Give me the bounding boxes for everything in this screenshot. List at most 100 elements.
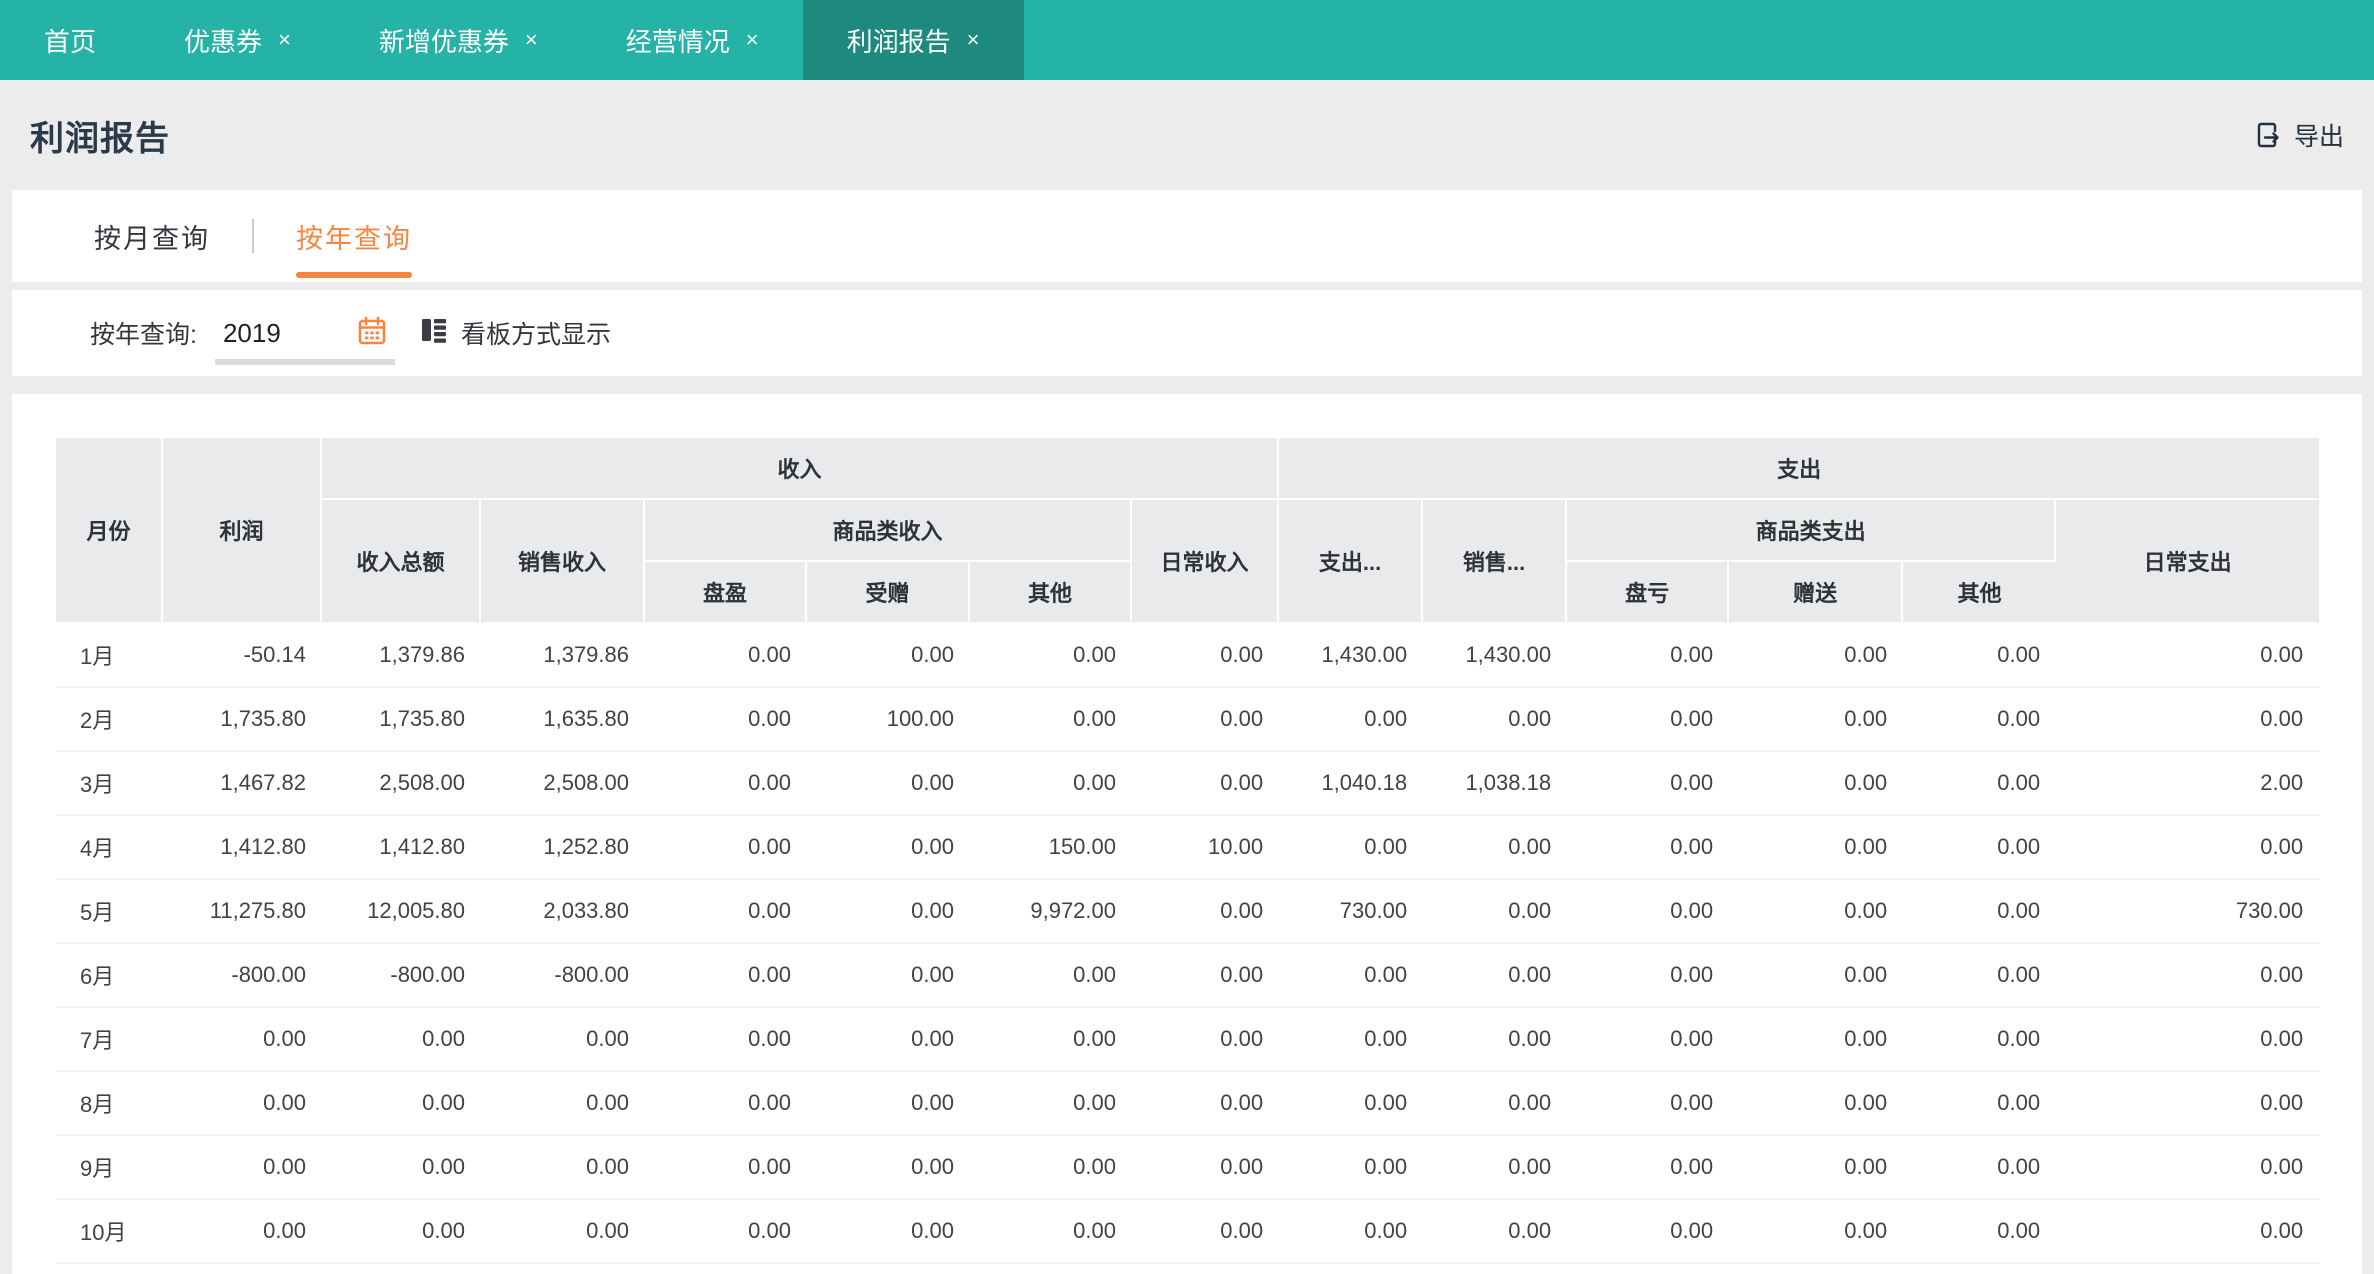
month-cell: 3月 (56, 752, 163, 816)
value-cell: 0.00 (970, 1200, 1132, 1264)
value-cell: 0.00 (481, 1072, 645, 1136)
divider (252, 219, 254, 253)
value-cell: 1,430.00 (1423, 624, 1568, 688)
value-cell: 0.00 (1132, 944, 1280, 1008)
query-mode-tabs: 按月查询 按年查询 (12, 190, 2362, 282)
year-query-label: 按年查询: (90, 321, 197, 349)
value-cell: 0.00 (970, 1008, 1132, 1072)
table-row: 4月 1,412.80 1,412.80 1,252.80 0.00 0.00 150.00… (56, 816, 2320, 880)
value-cell: 0.00 (1567, 1008, 1730, 1072)
value-cell: 0.00 (807, 1136, 970, 1200)
value-cell: 0.00 (970, 1136, 1132, 1200)
value-cell: 0.00 (1279, 1136, 1424, 1200)
value-cell: 1,379.86 (481, 624, 645, 688)
value-cell: 0.00 (807, 1200, 970, 1264)
tab-monthly-query[interactable]: 按月查询 (94, 190, 210, 282)
value-cell: 2.00 (2056, 752, 2320, 816)
tab-label: 优惠券 (184, 26, 263, 57)
value-cell: 2,033.80 (481, 880, 645, 944)
month-cell: 5月 (56, 880, 163, 944)
value-cell: 0.00 (481, 1200, 645, 1264)
close-icon[interactable]: × (746, 29, 759, 51)
value-cell: 0.00 (645, 752, 807, 816)
value-cell: 0.00 (1729, 816, 1904, 880)
value-cell: 9,972.00 (970, 880, 1132, 944)
value-cell: 1,040.18 (1279, 752, 1424, 816)
col-header-inventory-loss: 盘亏 (1567, 562, 1730, 624)
board-view-button[interactable]: 看板方式显示 (419, 315, 611, 352)
col-header-daily-income: 日常收入 (1132, 500, 1280, 624)
export-button[interactable]: 导出 (2254, 117, 2344, 153)
value-cell: 0.00 (2056, 688, 2320, 752)
table-body: 1月 -50.14 1,379.86 1,379.86 0.00 0.00 0.00 0.00… (56, 624, 2320, 1264)
value-cell: 0.00 (807, 880, 970, 944)
tab-label: 利润报告 (846, 26, 951, 57)
value-cell: 0.00 (1132, 880, 1280, 944)
value-cell: 0.00 (1729, 1008, 1904, 1072)
month-cell: 4月 (56, 816, 163, 880)
value-cell: 0.00 (2056, 1008, 2320, 1072)
value-cell: 0.00 (1423, 944, 1568, 1008)
close-icon[interactable]: × (967, 29, 980, 51)
value-cell: 0.00 (1903, 944, 2057, 1008)
value-cell: 0.00 (1567, 1200, 1730, 1264)
value-cell: 0.00 (322, 1072, 481, 1136)
value-cell: 12,005.80 (322, 880, 481, 944)
value-cell: 730.00 (2056, 880, 2320, 944)
value-cell: -800.00 (481, 944, 645, 1008)
value-cell: 0.00 (1729, 624, 1904, 688)
value-cell: 0.00 (645, 688, 807, 752)
col-header-income-other: 其他 (970, 562, 1132, 624)
close-icon[interactable]: × (278, 29, 291, 51)
tab-yearly-query[interactable]: 按年查询 (296, 190, 412, 282)
value-cell: 0.00 (807, 624, 970, 688)
value-cell: 0.00 (1729, 1136, 1904, 1200)
value-cell: 0.00 (807, 752, 970, 816)
value-cell: 0.00 (1132, 1200, 1280, 1264)
value-cell: 0.00 (1903, 1072, 2057, 1136)
value-cell: 0.00 (1279, 688, 1424, 752)
col-header-inventory-gain: 盘盈 (645, 562, 807, 624)
table-row: 6月 -800.00 -800.00 -800.00 0.00 0.00 0.00 0.00 0… (56, 944, 2320, 1008)
value-cell: 0.00 (645, 880, 807, 944)
tab-profit-report[interactable]: 利润报告 × (802, 0, 1024, 80)
tab-label: 首页 (44, 26, 97, 57)
tab-home[interactable]: 首页 (0, 0, 140, 80)
tab-new-coupon[interactable]: 新增优惠券 × (335, 0, 582, 80)
value-cell: 0.00 (807, 1008, 970, 1072)
value-cell: 0.00 (1729, 880, 1904, 944)
table-row: 9月 0.00 0.00 0.00 0.00 0.00 0.00 0.00 0.00 0.00 0.… (56, 1136, 2320, 1200)
value-cell: 0.00 (1279, 1072, 1424, 1136)
value-cell: 0.00 (2056, 1072, 2320, 1136)
value-cell: 0.00 (807, 944, 970, 1008)
value-cell: -50.14 (163, 624, 322, 688)
table-row: 2月 1,735.80 1,735.80 1,635.80 0.00 100.00 0.00… (56, 688, 2320, 752)
value-cell: 0.00 (1903, 880, 2057, 944)
month-cell: 8月 (56, 1072, 163, 1136)
value-cell: 0.00 (1903, 1200, 2057, 1264)
col-group-income: 收入 (322, 438, 1280, 500)
tab-business-status[interactable]: 经营情况 × (582, 0, 803, 80)
value-cell: 0.00 (1423, 880, 1568, 944)
calendar-icon[interactable] (355, 314, 389, 353)
value-cell: 0.00 (1729, 688, 1904, 752)
tab-coupons[interactable]: 优惠券 × (140, 0, 335, 80)
value-cell: 0.00 (1567, 1136, 1730, 1200)
year-input[interactable]: 2019 (214, 305, 395, 365)
close-icon[interactable]: × (525, 29, 538, 51)
tab-label: 新增优惠券 (378, 26, 509, 57)
tab-label: 按月查询 (94, 223, 210, 254)
value-cell: 0.00 (1567, 688, 1730, 752)
board-view-label: 看板方式显示 (460, 321, 611, 349)
value-cell: 0.00 (2056, 1200, 2320, 1264)
col-header-sales-income: 销售收入 (481, 500, 645, 624)
value-cell: 0.00 (1279, 944, 1424, 1008)
year-value: 2019 (222, 317, 281, 348)
col-header-gift-given: 赠送 (1729, 562, 1904, 624)
value-cell: 0.00 (1567, 624, 1730, 688)
value-cell: 100.00 (807, 688, 970, 752)
value-cell: 0.00 (163, 1136, 322, 1200)
value-cell: 0.00 (481, 1008, 645, 1072)
value-cell: 0.00 (1132, 752, 1280, 816)
table-row: 5月 11,275.80 12,005.80 2,033.80 0.00 0.00 9,97… (56, 880, 2320, 944)
